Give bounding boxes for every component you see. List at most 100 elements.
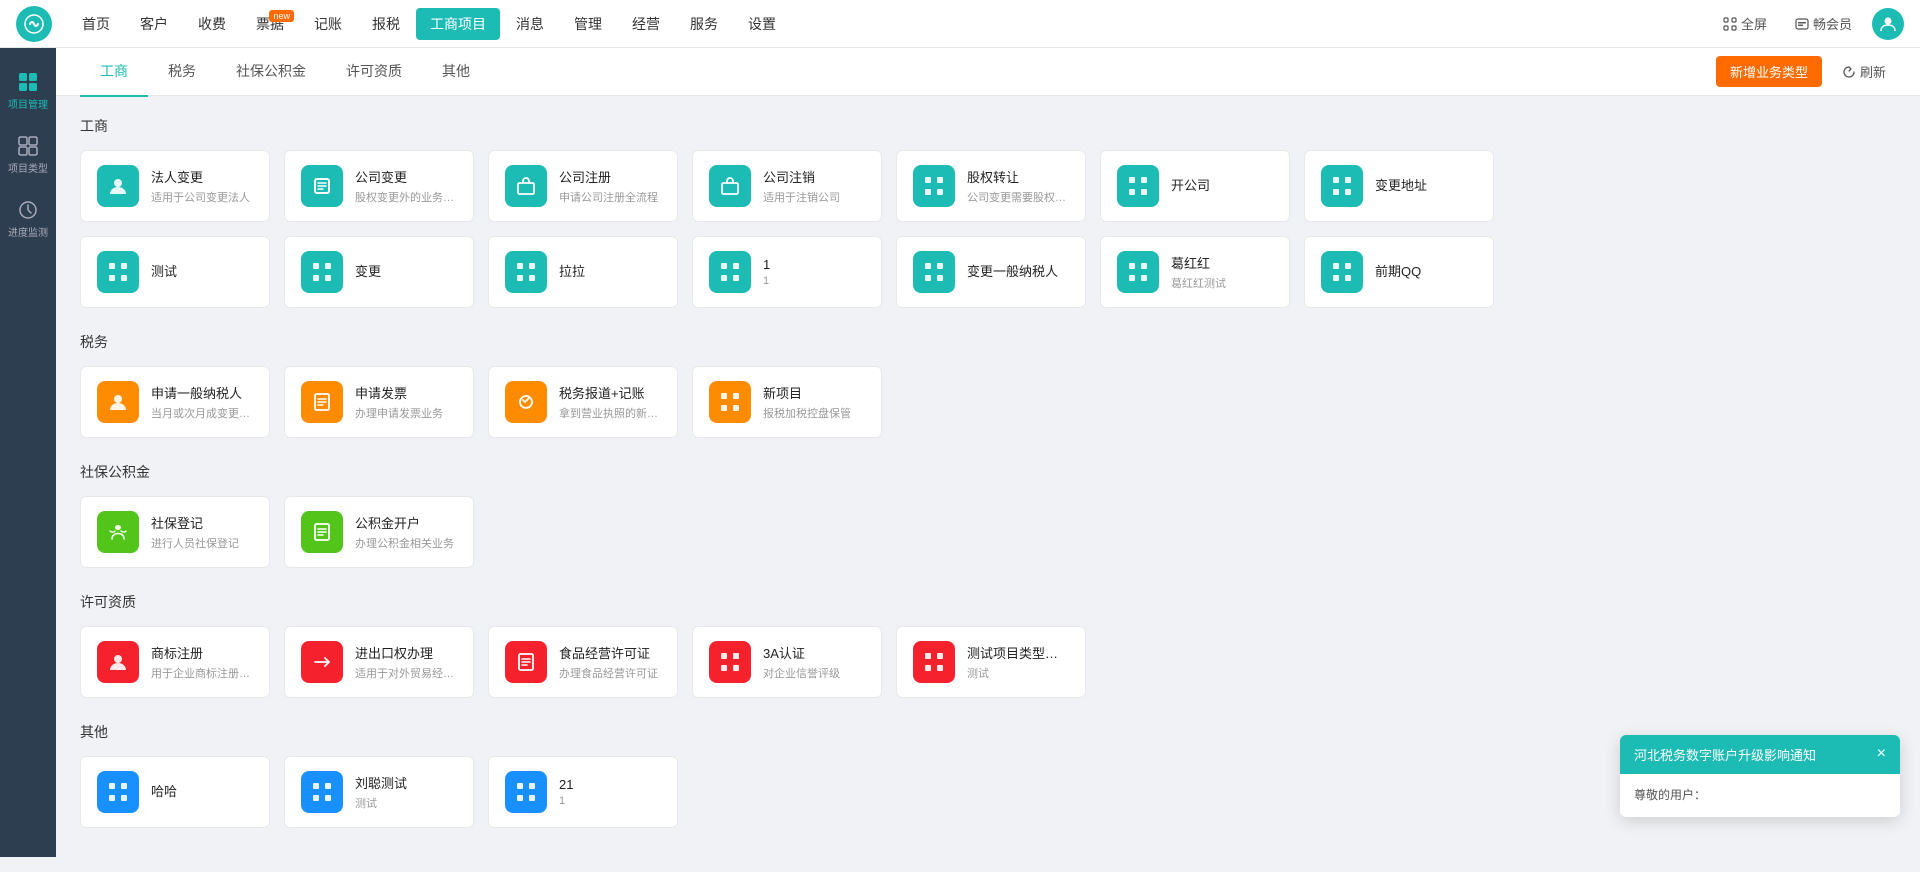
card-apply-invoice-icon	[301, 381, 343, 423]
nav-tax[interactable]: 报税	[358, 8, 414, 40]
top-nav: 首页 客户 收费 票据 new 记账 报税 工商项目 消息 管理 经营 服务 设…	[0, 0, 1920, 48]
card-social-register[interactable]: 社保登记 进行人员社保登记	[80, 496, 270, 568]
tab-social-fund[interactable]: 社保公积金	[216, 47, 326, 97]
card-import-export-icon	[301, 641, 343, 683]
sub-tabs-right: 新增业务类型 刷新	[1716, 56, 1896, 87]
industry-cards-grid: 法人变更 适用于公司变更法人 公司变更 股权变更外的业务变更	[80, 150, 1896, 222]
fullscreen-btn[interactable]: 全屏	[1715, 10, 1775, 37]
card-change2-info: 变更	[355, 261, 457, 283]
license-cards-grid: 商标注册 用于企业商标注册服务 进出口权办理 适用于对外贸易经营者	[80, 626, 1896, 698]
nav-tickets[interactable]: 票据 new	[242, 8, 298, 40]
card-company-cancel[interactable]: 公司注销 适用于注销公司	[692, 150, 882, 222]
new-type-button[interactable]: 新增业务类型	[1716, 56, 1822, 87]
card-test-type[interactable]: 测试项目类型目定义 测试	[896, 626, 1086, 698]
card-lala[interactable]: 拉拉	[488, 236, 678, 308]
card-legal-change-icon	[97, 165, 139, 207]
card-ge-hong-hong[interactable]: 葛红红 葛红红测试	[1100, 236, 1290, 308]
card-liu-cong-desc: 测试	[355, 795, 457, 811]
card-change-taxpayer-name: 变更一般纳税人	[967, 261, 1069, 280]
card-open-company-icon	[1117, 165, 1159, 207]
card-company-change[interactable]: 公司变更 股权变更外的业务变更	[284, 150, 474, 222]
user-avatar[interactable]	[1872, 8, 1904, 40]
section-industry-title: 工商	[80, 116, 1896, 136]
member-icon	[1795, 17, 1809, 31]
nav-accounting[interactable]: 记账	[300, 8, 356, 40]
card-ge-hong-hong-info: 葛红红 葛红红测试	[1171, 253, 1273, 291]
member-btn[interactable]: 畅会员	[1787, 10, 1860, 37]
tab-industry[interactable]: 工商	[80, 47, 148, 97]
card-qianqi-qq-info: 前期QQ	[1375, 261, 1477, 283]
sidebar-item-progress-monitor[interactable]: 进度监测	[0, 186, 56, 250]
industry-cards-grid-2: 测试 变更	[80, 236, 1896, 308]
card-company-register[interactable]: 公司注册 申请公司注册全流程	[488, 150, 678, 222]
nav-message[interactable]: 消息	[502, 8, 558, 40]
card-apply-invoice[interactable]: 申请发票 办理申请发票业务	[284, 366, 474, 438]
nav-billing[interactable]: 收费	[184, 8, 240, 40]
card-social-register-info: 社保登记 进行人员社保登记	[151, 513, 253, 551]
tab-other[interactable]: 其他	[422, 47, 490, 97]
nav-management[interactable]: 管理	[560, 8, 616, 40]
card-open-company[interactable]: 开公司	[1100, 150, 1290, 222]
card-test-name: 测试	[151, 261, 253, 280]
card-tax-report[interactable]: 税务报道+记账 拿到营业执照的新公司	[488, 366, 678, 438]
card-qianqi-qq[interactable]: 前期QQ	[1304, 236, 1494, 308]
tab-tax[interactable]: 税务	[148, 47, 216, 97]
card-trademark[interactable]: 商标注册 用于企业商标注册服务	[80, 626, 270, 698]
card-apply-taxpayer[interactable]: 申请一般纳税人 当月或次月成变更完成	[80, 366, 270, 438]
notification-body-text: 尊敬的用户：	[1634, 788, 1706, 802]
card-new-project-info: 新项目 报税加税控盘保管	[763, 383, 865, 421]
card-haha-info: 哈哈	[151, 781, 253, 803]
card-equity-transfer[interactable]: 股权转让 公司变更需要股权转让	[896, 150, 1086, 222]
nav-customer[interactable]: 客户	[126, 8, 182, 40]
refresh-label: 刷新	[1860, 62, 1886, 81]
card-equity-transfer-desc: 公司变更需要股权转让	[967, 189, 1069, 205]
card-equity-transfer-icon	[913, 165, 955, 207]
card-one[interactable]: 1 1	[692, 236, 882, 308]
sidebar-item-project-type[interactable]: 项目类型	[0, 122, 56, 186]
card-import-export[interactable]: 进出口权办理 适用于对外贸易经营者	[284, 626, 474, 698]
card-company-change-info: 公司变更 股权变更外的业务变更	[355, 167, 457, 205]
sidebar: 项目管理 项目类型 进度监测	[0, 48, 56, 857]
card-3a-cert-name: 3A认证	[763, 643, 865, 662]
refresh-button[interactable]: 刷新	[1832, 56, 1896, 87]
card-twentyone-desc: 1	[559, 795, 661, 807]
nav-operation[interactable]: 经营	[618, 8, 674, 40]
card-trademark-info: 商标注册 用于企业商标注册服务	[151, 643, 253, 681]
nav-home[interactable]: 首页	[68, 8, 124, 40]
nav-industry[interactable]: 工商项目	[416, 8, 500, 40]
card-apply-taxpayer-info: 申请一般纳税人 当月或次月成变更完成	[151, 383, 253, 421]
card-twentyone-info: 21 1	[559, 777, 661, 807]
card-3a-cert[interactable]: 3A认证 对企业信誉评级	[692, 626, 882, 698]
card-change-taxpayer[interactable]: 变更一般纳税人	[896, 236, 1086, 308]
sidebar-item-project-mgmt[interactable]: 项目管理	[0, 58, 56, 122]
nav-service[interactable]: 服务	[676, 8, 732, 40]
card-ge-hong-hong-icon	[1117, 251, 1159, 293]
app-logo[interactable]	[16, 6, 52, 42]
card-legal-change[interactable]: 法人变更 适用于公司变更法人	[80, 150, 270, 222]
sub-tabs-bar: 工商 税务 社保公积金 许可资质 其他 新增业务类型 刷新	[56, 48, 1920, 96]
social-fund-cards-grid: 社保登记 进行人员社保登记 公积金开户 办理公积金相关业务	[80, 496, 1896, 568]
tab-license[interactable]: 许可资质	[326, 47, 422, 97]
card-test-info: 测试	[151, 261, 253, 283]
card-change-address[interactable]: 变更地址	[1304, 150, 1494, 222]
card-change2[interactable]: 变更	[284, 236, 474, 308]
card-test[interactable]: 测试	[80, 236, 270, 308]
nav-settings[interactable]: 设置	[734, 8, 790, 40]
sidebar-label-project-mgmt: 项目管理	[8, 100, 48, 112]
card-new-project-desc: 报税加税控盘保管	[763, 405, 865, 421]
card-legal-change-info: 法人变更 适用于公司变更法人	[151, 167, 253, 205]
card-import-export-desc: 适用于对外贸易经营者	[355, 665, 457, 681]
card-fund-account[interactable]: 公积金开户 办理公积金相关业务	[284, 496, 474, 568]
card-haha[interactable]: 哈哈	[80, 756, 270, 828]
card-change2-icon	[301, 251, 343, 293]
avatar-icon	[1879, 15, 1897, 33]
card-ge-hong-hong-name: 葛红红	[1171, 253, 1273, 272]
card-new-project[interactable]: 新项目 报税加税控盘保管	[692, 366, 882, 438]
card-apply-invoice-name: 申请发票	[355, 383, 457, 402]
card-twentyone[interactable]: 21 1	[488, 756, 678, 828]
notification-close[interactable]: ×	[1877, 745, 1886, 763]
card-food-license[interactable]: 食品经营许可证 办理食品经营许可证	[488, 626, 678, 698]
card-change2-name: 变更	[355, 261, 457, 280]
card-liu-cong[interactable]: 刘聪测试 测试	[284, 756, 474, 828]
member-label: 畅会员	[1813, 14, 1852, 33]
